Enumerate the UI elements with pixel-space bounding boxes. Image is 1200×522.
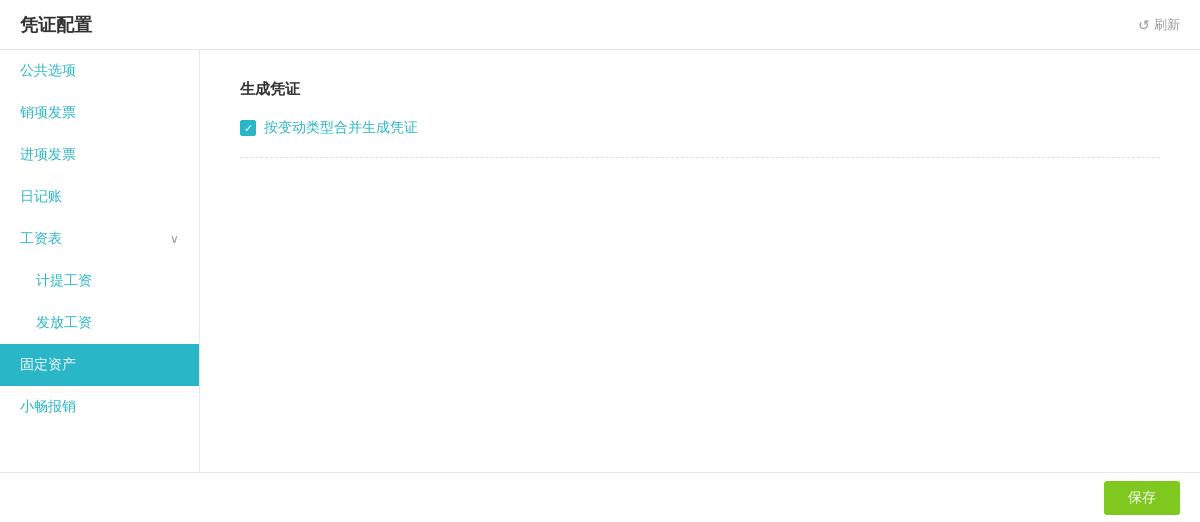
sidebar-item-label: 销项发票 bbox=[20, 104, 76, 122]
refresh-button[interactable]: ↺ 刷新 bbox=[1138, 16, 1180, 34]
main-content: 生成凭证 按变动类型合并生成凭证 bbox=[200, 50, 1200, 472]
sidebar-item-label: 计提工资 bbox=[36, 272, 92, 290]
save-button[interactable]: 保存 bbox=[1104, 481, 1180, 515]
sidebar-item-expense-report[interactable]: 小畅报销 bbox=[0, 386, 199, 428]
checkbox-label[interactable]: 按变动类型合并生成凭证 bbox=[264, 119, 418, 137]
page-footer: 保存 bbox=[0, 472, 1200, 522]
checkbox-row: 按变动类型合并生成凭证 bbox=[240, 119, 1160, 137]
refresh-label: 刷新 bbox=[1154, 16, 1180, 34]
merge-by-type-checkbox[interactable] bbox=[240, 120, 256, 136]
page-title: 凭证配置 bbox=[20, 13, 92, 37]
sidebar-item-label: 日记账 bbox=[20, 188, 62, 206]
sidebar-item-public-options[interactable]: 公共选项 bbox=[0, 50, 199, 92]
sidebar-item-label: 工资表 bbox=[20, 230, 62, 248]
sidebar-item-label: 公共选项 bbox=[20, 62, 76, 80]
sidebar-item-payroll-table[interactable]: 工资表 ∨ bbox=[0, 218, 199, 260]
sidebar-item-fixed-assets[interactable]: 固定资产 bbox=[0, 344, 199, 386]
page-header: 凭证配置 ↺ 刷新 bbox=[0, 0, 1200, 50]
sidebar-item-label: 发放工资 bbox=[36, 314, 92, 332]
sidebar-item-commission[interactable]: 计提工资 bbox=[0, 260, 199, 302]
chevron-down-icon: ∨ bbox=[170, 232, 179, 246]
refresh-icon: ↺ bbox=[1138, 17, 1150, 33]
page-body: 公共选项 销项发票 进项发票 日记账 工资表 ∨ 计提工资 发放工资 固定资 bbox=[0, 50, 1200, 472]
sidebar: 公共选项 销项发票 进项发票 日记账 工资表 ∨ 计提工资 发放工资 固定资 bbox=[0, 50, 200, 472]
sidebar-item-purchase-invoice[interactable]: 进项发票 bbox=[0, 134, 199, 176]
sidebar-item-pay-salary[interactable]: 发放工资 bbox=[0, 302, 199, 344]
divider bbox=[240, 157, 1160, 158]
sidebar-item-label: 小畅报销 bbox=[20, 398, 76, 416]
section-title: 生成凭证 bbox=[240, 80, 1160, 99]
sidebar-item-label: 固定资产 bbox=[20, 356, 76, 374]
sidebar-item-label: 进项发票 bbox=[20, 146, 76, 164]
sidebar-item-sales-invoice[interactable]: 销项发票 bbox=[0, 92, 199, 134]
sidebar-item-journal[interactable]: 日记账 bbox=[0, 176, 199, 218]
